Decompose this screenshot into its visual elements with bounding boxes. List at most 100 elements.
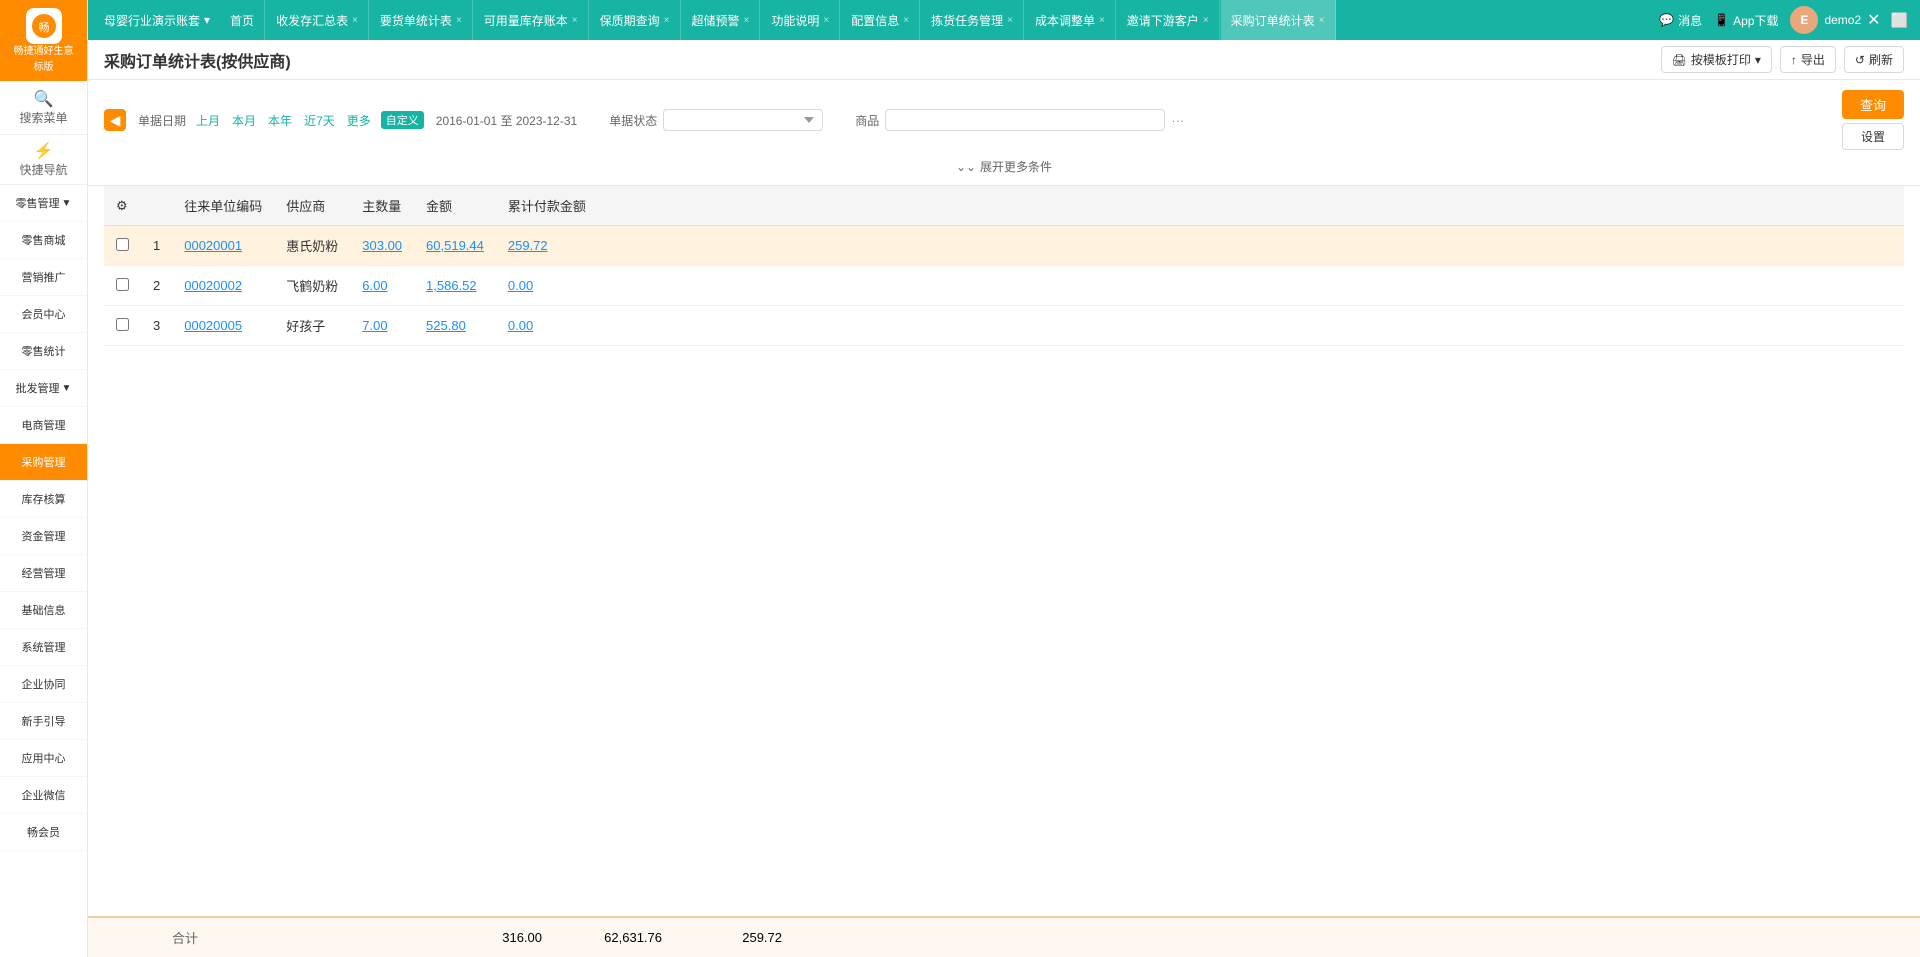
sidebar-item-marketing[interactable]: 营销推广 — [0, 259, 87, 296]
nav-tab-cost-adjust[interactable]: 成本调整单 × — [1025, 0, 1116, 40]
search-menu[interactable]: 🔍 搜索菜单 — [0, 81, 87, 135]
col-header-settings[interactable]: ⚙ — [104, 186, 141, 226]
template-print-btn[interactable]: 🖨 按模板打印 ▾ — [1661, 46, 1772, 73]
nav-tab-receive-summary[interactable]: 收发存汇总表 × — [266, 0, 369, 40]
table-row[interactable]: 3 00020005 好孩子 7.00 525.80 0.00 — [104, 306, 1904, 346]
footer-qty: 316.00 — [462, 930, 562, 945]
expand-row: ⌄⌄ 展开更多条件 — [104, 158, 1904, 175]
sidebar-item-capital-manage[interactable]: 资金管理 — [0, 518, 87, 555]
sidebar-item-retail-manage[interactable]: 零售管理 ▼ — [0, 185, 87, 222]
close-tab-available-inventory[interactable]: × — [572, 15, 578, 26]
nav-tab-invite-downstream[interactable]: 邀请下游客户 × — [1117, 0, 1220, 40]
app-download-btn[interactable]: 📱 App下载 — [1714, 12, 1778, 29]
date-shortcut-7days[interactable]: 近7天 — [300, 111, 339, 130]
date-shortcut-more[interactable]: 更多 — [343, 111, 375, 130]
nav-tab-available-inventory[interactable]: 可用量库存账本 × — [474, 0, 589, 40]
row-unit-code: 00020001 — [172, 226, 274, 266]
close-tab-invite-downstream[interactable]: × — [1203, 15, 1209, 26]
col-header-paid-amount: 累计付款金额 — [496, 186, 598, 226]
refresh-btn[interactable]: ↺ 刷新 — [1844, 46, 1904, 73]
close-tab-expiry-query[interactable]: × — [664, 15, 670, 26]
nav-tab-expiry-query[interactable]: 保质期查询 × — [590, 0, 681, 40]
export-btn[interactable]: ↑ 导出 — [1780, 46, 1836, 73]
nav-tab-over-storage[interactable]: 超储预警 × — [682, 0, 761, 40]
expand-more-btn[interactable]: ⌄⌄ 展开更多条件 — [956, 158, 1052, 175]
table-area: ⚙ 往来单位编码 供应商 主数量 金额 累计付款金额 1 00020001 惠氏… — [88, 186, 1920, 916]
row-seq: 2 — [141, 266, 172, 306]
row-checkbox[interactable] — [104, 306, 141, 346]
close-tab-cost-adjust[interactable]: × — [1099, 15, 1105, 26]
date-shortcut-this-year[interactable]: 本年 — [264, 111, 296, 130]
close-tab-receive-summary[interactable]: × — [352, 15, 358, 26]
workspace-name: 母婴行业演示账套 — [104, 12, 200, 29]
sidebar-item-purchase-manage[interactable]: 采购管理 — [0, 444, 87, 481]
sidebar-item-operation-manage[interactable]: 经营管理 — [0, 555, 87, 592]
row-amount: 1,586.52 — [414, 266, 496, 306]
export-icon: ↑ — [1791, 53, 1797, 67]
expand-icon: ⌄⌄ — [956, 160, 976, 174]
close-window-btn[interactable]: ✕ — [1863, 10, 1884, 30]
row-checkbox[interactable] — [104, 226, 141, 266]
filter-toggle-btn[interactable]: ◀ — [104, 109, 126, 131]
quick-nav[interactable]: ⚡ 快捷导航 — [0, 135, 87, 185]
sidebar-item-retail-mall[interactable]: 零售商城 — [0, 222, 87, 259]
nav-tab-function-guide[interactable]: 功能说明 × — [761, 0, 840, 40]
sidebar-item-basic-info[interactable]: 基础信息 — [0, 592, 87, 629]
svg-text:畅: 畅 — [38, 20, 49, 34]
sidebar-item-member-club[interactable]: 畅会员 — [0, 814, 87, 851]
close-tab-over-storage[interactable]: × — [744, 15, 750, 26]
footer-amount: 62,631.76 — [562, 930, 682, 945]
close-tab-purchase-order-stats[interactable]: × — [1319, 15, 1325, 26]
expand-window-btn[interactable]: ⬜ — [1887, 12, 1912, 29]
table-header-row: ⚙ 往来单位编码 供应商 主数量 金额 累计付款金额 — [104, 186, 1904, 226]
row-checkbox[interactable] — [104, 266, 141, 306]
app-logo[interactable]: 畅 畅捷通好生意 标版 — [0, 0, 87, 81]
sidebar-item-enterprise-collab[interactable]: 企业协同 — [0, 666, 87, 703]
nav-tab-config-info[interactable]: 配置信息 × — [841, 0, 920, 40]
close-tab-config-info[interactable]: × — [903, 15, 909, 26]
nav-tab-order-stats[interactable]: 要货单统计表 × — [370, 0, 473, 40]
sidebar-item-member-center[interactable]: 会员中心 — [0, 296, 87, 333]
message-icon: 💬 — [1659, 13, 1674, 27]
sidebar-item-retail-stats[interactable]: 零售统计 — [0, 333, 87, 370]
sidebar-item-app-center[interactable]: 应用中心 — [0, 740, 87, 777]
table-body: 1 00020001 惠氏奶粉 303.00 60,519.44 259.72 … — [104, 226, 1904, 346]
logo-icon: 畅 — [26, 8, 62, 44]
row-amount: 60,519.44 — [414, 226, 496, 266]
message-btn[interactable]: 💬 消息 — [1659, 12, 1702, 29]
date-shortcut-prev-month[interactable]: 上月 — [192, 111, 224, 130]
table-row[interactable]: 2 00020002 飞鹤奶粉 6.00 1,586.52 0.00 — [104, 266, 1904, 306]
goods-filter-input[interactable] — [885, 109, 1165, 131]
sidebar-item-wholesale-manage[interactable]: 批发管理 ▼ — [0, 370, 87, 407]
date-shortcut-this-month[interactable]: 本月 — [228, 111, 260, 130]
nav-tab-purchase-order-stats[interactable]: 采购订单统计表 × — [1221, 0, 1336, 40]
sidebar-item-ecommerce-manage[interactable]: 电商管理 — [0, 407, 87, 444]
nav-tab-pick-task[interactable]: 拣货任务管理 × — [921, 0, 1024, 40]
row-amount: 525.80 — [414, 306, 496, 346]
message-label: 消息 — [1678, 12, 1702, 29]
nav-tab-home[interactable]: 首页 — [220, 0, 265, 40]
row-supplier: 惠氏奶粉 — [274, 226, 350, 266]
sidebar-item-enterprise-wechat[interactable]: 企业微信 — [0, 777, 87, 814]
table-row[interactable]: 1 00020001 惠氏奶粉 303.00 60,519.44 259.72 — [104, 226, 1904, 266]
date-range-group: 2016-01-01 至 2023-12-31 — [436, 112, 577, 129]
footer-paid-amount: 259.72 — [682, 930, 802, 945]
sidebar-item-system-manage[interactable]: 系统管理 — [0, 629, 87, 666]
app-subtitle: 标版 — [34, 58, 54, 73]
date-range-value: 2016-01-01 至 2023-12-31 — [436, 112, 577, 129]
close-tab-pick-task[interactable]: × — [1007, 15, 1013, 26]
page-title: 采购订单统计表(按供应商) — [104, 48, 291, 72]
sidebar-item-new-guide[interactable]: 新手引导 — [0, 703, 87, 740]
close-tab-function-guide[interactable]: × — [823, 15, 829, 26]
query-btn[interactable]: 查询 — [1842, 90, 1904, 119]
row-unit-code: 00020005 — [172, 306, 274, 346]
user-area[interactable]: E demo2 — [1790, 6, 1861, 34]
close-tab-order-stats[interactable]: × — [456, 15, 462, 26]
sidebar-item-inventory-check[interactable]: 库存核算 — [0, 481, 87, 518]
setting-btn[interactable]: 设置 — [1842, 123, 1904, 150]
header-actions: 🖨 按模板打印 ▾ ↑ 导出 ↺ 刷新 — [1661, 46, 1904, 73]
date-filter-label: 单据日期 — [138, 112, 186, 129]
workspace-selector[interactable]: 母婴行业演示账套 ▾ — [96, 8, 218, 33]
status-filter-select[interactable] — [663, 109, 823, 131]
app-title: 畅捷通好生意 — [14, 46, 74, 58]
